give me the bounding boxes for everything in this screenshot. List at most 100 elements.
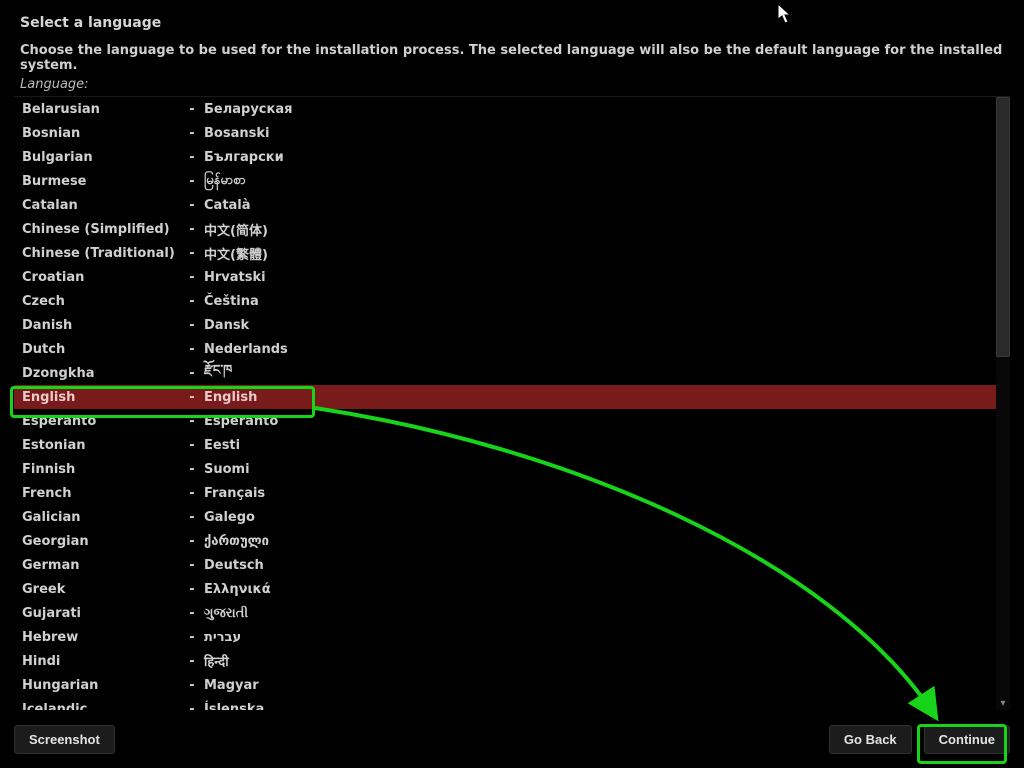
language-separator: - xyxy=(180,366,204,381)
language-row[interactable]: Galician-Galego xyxy=(14,505,1006,529)
language-row[interactable]: Hungarian-Magyar xyxy=(14,673,1006,697)
language-localized-name: Galego xyxy=(204,510,998,525)
language-separator: - xyxy=(180,342,204,357)
language-english-name: English xyxy=(22,390,180,405)
language-english-name: Greek xyxy=(22,582,180,597)
language-separator: - xyxy=(180,294,204,309)
language-localized-name: Čeština xyxy=(204,294,998,309)
language-localized-name: Eesti xyxy=(204,438,998,453)
language-localized-name: Bosanski xyxy=(204,126,998,141)
language-english-name: Finnish xyxy=(22,462,180,477)
language-row[interactable]: Hindi-हिन्दी xyxy=(14,649,1006,673)
language-localized-name: မြန်မာစာ xyxy=(204,172,998,191)
language-english-name: Galician xyxy=(22,510,180,525)
language-row[interactable]: Dzongkha-རྫོང་ཁ xyxy=(14,361,1006,385)
language-localized-name: Íslenska xyxy=(204,702,998,711)
language-localized-name: हिन्दी xyxy=(204,652,998,670)
screenshot-button[interactable]: Screenshot xyxy=(14,725,115,754)
language-row[interactable]: Danish-Dansk xyxy=(14,313,1006,337)
page-title: Select a language xyxy=(0,0,1024,39)
language-separator: - xyxy=(180,558,204,573)
language-separator: - xyxy=(180,606,204,621)
language-english-name: Dzongkha xyxy=(22,366,180,381)
language-localized-name: Magyar xyxy=(204,678,998,693)
language-localized-name: Беларуская xyxy=(204,102,998,117)
language-separator: - xyxy=(180,654,204,669)
language-row[interactable]: Bosnian-Bosanski xyxy=(14,121,1006,145)
language-separator: - xyxy=(180,270,204,285)
language-localized-name: Hrvatski xyxy=(204,270,998,285)
language-localized-name: རྫོང་ཁ xyxy=(204,355,998,392)
language-separator: - xyxy=(180,486,204,501)
language-english-name: Czech xyxy=(22,294,180,309)
language-localized-name: ქართული xyxy=(204,534,998,549)
language-localized-name: Deutsch xyxy=(204,558,998,573)
language-separator: - xyxy=(180,678,204,693)
language-english-name: Catalan xyxy=(22,198,180,213)
language-english-name: Hebrew xyxy=(22,630,180,645)
language-row[interactable]: Gujarati-ગુજરાતી xyxy=(14,601,1006,625)
scrollbar-thumb[interactable] xyxy=(996,97,1010,357)
continue-button[interactable]: Continue xyxy=(924,725,1010,754)
language-english-name: Hindi xyxy=(22,654,180,669)
language-localized-name: Català xyxy=(204,198,998,213)
language-english-name: Dutch xyxy=(22,342,180,357)
language-separator: - xyxy=(180,414,204,429)
language-separator: - xyxy=(180,630,204,645)
language-english-name: Georgian xyxy=(22,534,180,549)
language-english-name: Chinese (Simplified) xyxy=(22,222,180,237)
language-separator: - xyxy=(180,174,204,189)
language-english-name: Chinese (Traditional) xyxy=(22,246,180,261)
language-row[interactable]: Czech-Čeština xyxy=(14,289,1006,313)
language-list[interactable]: Belarusian-БеларускаяBosnian-BosanskiBul… xyxy=(14,97,1010,710)
language-localized-name: 中文(简体) xyxy=(204,220,998,239)
language-row[interactable]: Greek-Ελληνικά xyxy=(14,577,1006,601)
language-localized-name: Suomi xyxy=(204,462,998,477)
language-localized-name: עברית xyxy=(204,630,998,645)
language-separator: - xyxy=(180,438,204,453)
language-localized-name: Esperanto xyxy=(204,414,998,429)
instruction-text: Choose the language to be used for the i… xyxy=(0,39,1024,75)
language-row[interactable]: German-Deutsch xyxy=(14,553,1006,577)
language-localized-name: Français xyxy=(204,486,998,501)
language-separator: - xyxy=(180,102,204,117)
language-row[interactable]: Burmese-မြန်မာစာ xyxy=(14,169,1006,193)
language-row[interactable]: Icelandic-Íslenska xyxy=(14,697,1006,710)
language-localized-name: English xyxy=(204,390,998,405)
language-row[interactable]: Estonian-Eesti xyxy=(14,433,1006,457)
language-list-wrapper: Belarusian-БеларускаяBosnian-BosanskiBul… xyxy=(14,96,1010,710)
language-english-name: Hungarian xyxy=(22,678,180,693)
button-bar: Screenshot Go Back Continue xyxy=(14,722,1010,756)
language-english-name: Icelandic xyxy=(22,702,180,711)
language-row[interactable]: Chinese (Traditional)-中文(繁體) xyxy=(14,241,1006,265)
language-separator: - xyxy=(180,222,204,237)
language-row[interactable]: Belarusian-Беларуская xyxy=(14,97,1006,121)
language-separator: - xyxy=(180,246,204,261)
language-english-name: German xyxy=(22,558,180,573)
language-separator: - xyxy=(180,126,204,141)
language-separator: - xyxy=(180,150,204,165)
language-row[interactable]: Chinese (Simplified)-中文(简体) xyxy=(14,217,1006,241)
language-english-name: Bulgarian xyxy=(22,150,180,165)
language-separator: - xyxy=(180,510,204,525)
language-separator: - xyxy=(180,534,204,549)
language-english-name: Gujarati xyxy=(22,606,180,621)
language-row[interactable]: Esperanto-Esperanto xyxy=(14,409,1006,433)
scrollbar-track[interactable]: ▴ ▾ xyxy=(996,97,1010,710)
language-row[interactable]: Hebrew-עברית xyxy=(14,625,1006,649)
language-row[interactable]: Bulgarian-Български xyxy=(14,145,1006,169)
language-localized-name: Dansk xyxy=(204,318,998,333)
go-back-button[interactable]: Go Back xyxy=(829,725,912,754)
language-localized-name: Български xyxy=(204,150,998,165)
language-row[interactable]: English-English xyxy=(14,385,1006,409)
scroll-down-icon[interactable]: ▾ xyxy=(996,697,1010,710)
language-row[interactable]: Finnish-Suomi xyxy=(14,457,1006,481)
language-row[interactable]: French-Français xyxy=(14,481,1006,505)
language-separator: - xyxy=(180,390,204,405)
language-row[interactable]: Georgian-ქართული xyxy=(14,529,1006,553)
language-english-name: Bosnian xyxy=(22,126,180,141)
language-row[interactable]: Catalan-Català xyxy=(14,193,1006,217)
language-english-name: Croatian xyxy=(22,270,180,285)
language-row[interactable]: Croatian-Hrvatski xyxy=(14,265,1006,289)
language-separator: - xyxy=(180,318,204,333)
